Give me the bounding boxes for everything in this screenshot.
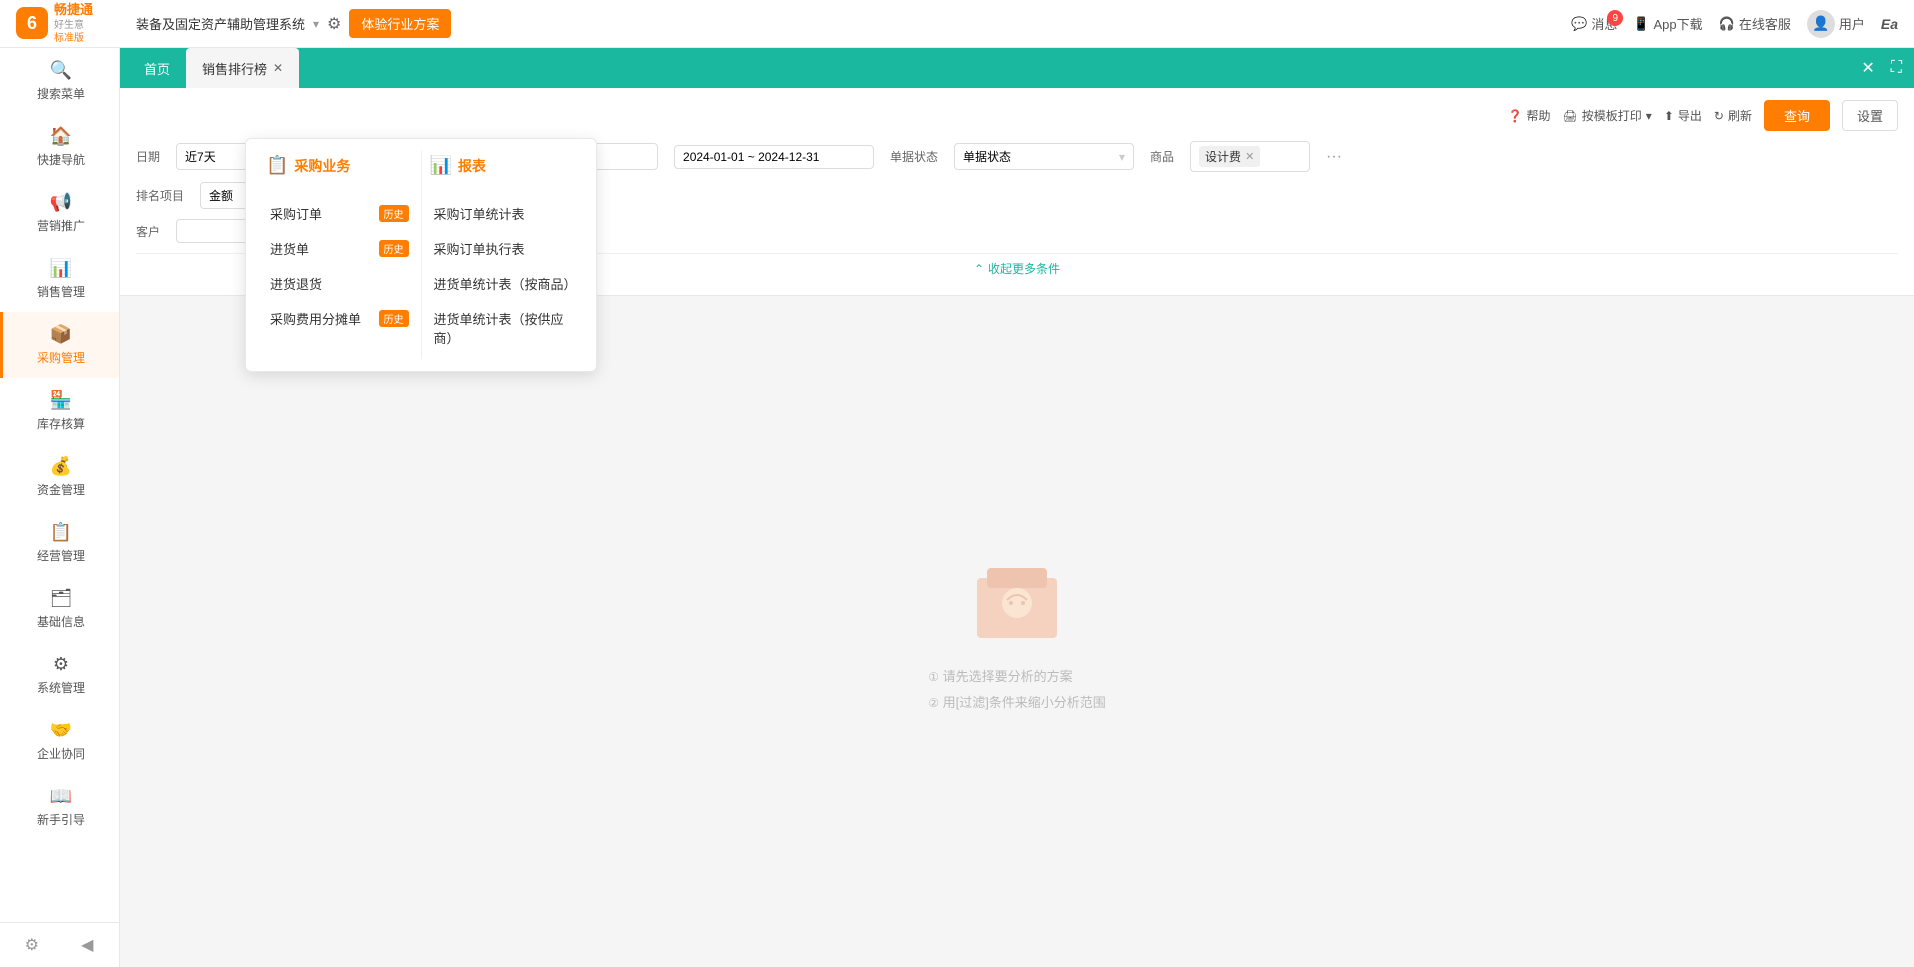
sidebar-item-label: 资金管理 — [37, 481, 85, 498]
settings-bottom-button[interactable]: ⚙ — [8, 931, 56, 959]
menu-item-purchase-order[interactable]: 采购订单 历史 — [266, 196, 413, 231]
inventory-icon: 🏪 — [50, 390, 72, 411]
purchase-dropdown-popup: 📋 采购业务 采购订单 历史 进货单 历史 进货退货 采购费用分摊单 历史 — [245, 138, 597, 372]
logo-icon: 6 — [16, 7, 48, 39]
logo-main: 畅捷通 — [54, 2, 93, 19]
report-section-icon: 📊 — [430, 155, 452, 176]
sales-icon: 📊 — [50, 258, 72, 279]
collapse-button[interactable]: ◀ — [64, 931, 112, 959]
industry-button[interactable]: 体验行业方案 — [349, 9, 451, 38]
history-badge: 历史 — [379, 205, 409, 222]
sidebar-item-cooperation[interactable]: 🤝 企业协同 — [0, 708, 119, 774]
menu-item-expense[interactable]: 采购费用分摊单 历史 — [266, 301, 413, 336]
headset-icon: 🎧 — [1719, 16, 1735, 32]
logo-text: 畅捷通 好生意 标准版 — [54, 2, 93, 45]
mobile-icon: 📱 — [1633, 16, 1649, 32]
app-download-button[interactable]: 📱 App下载 — [1633, 14, 1702, 33]
menu-item-order-stats[interactable]: 采购订单统计表 — [430, 196, 577, 231]
avatar: 👤 — [1807, 10, 1835, 38]
tab-home-label: 首页 — [144, 59, 170, 78]
sidebar-item-label: 营销推广 — [37, 217, 85, 234]
system-icon: ⚙ — [53, 654, 69, 675]
sidebar-item-label: 新手引导 — [37, 811, 85, 828]
guide-icon: 📖 — [50, 786, 72, 807]
sidebar-item-finance[interactable]: 💰 资金管理 — [0, 444, 119, 510]
header-right: 💬 消息 9 📱 App下载 🎧 在线客服 👤 用户 Ea — [1571, 10, 1898, 38]
tab-sales-rank[interactable]: 销售排行榜 ✕ — [186, 48, 299, 88]
sidebar-item-label: 采购管理 — [37, 349, 85, 366]
tab-bar-right: ✕ ⛶ — [1857, 54, 1906, 82]
sidebar-bottom: ⚙ ◀ — [0, 922, 119, 967]
sidebar-item-search[interactable]: 🔍 搜索菜单 — [0, 48, 119, 114]
tab-home[interactable]: 首页 — [128, 48, 186, 88]
menu-item-return[interactable]: 进货退货 — [266, 266, 413, 301]
history-badge: 历史 — [379, 240, 409, 257]
sidebar-item-label: 销售管理 — [37, 283, 85, 300]
logo-badge: 标准版 — [54, 32, 93, 45]
sidebar-item-label: 搜索菜单 — [37, 85, 85, 102]
sidebar-item-quick[interactable]: 🏠 快捷导航 — [0, 114, 119, 180]
report-section-title: 📊 报表 — [430, 155, 577, 184]
tab-close-icon[interactable]: ✕ — [273, 61, 283, 75]
system-dropdown-arrow[interactable]: ▾ — [313, 17, 319, 31]
cooperation-icon: 🤝 — [50, 720, 72, 741]
message-icon: 💬 — [1571, 16, 1587, 32]
home-icon: 🏠 — [50, 126, 72, 147]
user-label: 用户 — [1839, 14, 1865, 33]
system-title: 装备及固定资产辅助管理系统 — [136, 14, 305, 33]
sidebar-item-system[interactable]: ⚙ 系统管理 — [0, 642, 119, 708]
ea-label: Ea — [1881, 16, 1898, 32]
purchase-section-title: 📋 采购业务 — [266, 155, 413, 184]
purchase-section-icon: 📋 — [266, 155, 288, 176]
sidebar-item-label: 企业协同 — [37, 745, 85, 762]
purchase-business-section: 📋 采购业务 采购订单 历史 进货单 历史 进货退货 采购费用分摊单 历史 — [258, 151, 421, 359]
sidebar-item-operation[interactable]: 📋 经营管理 — [0, 510, 119, 576]
menu-item-order-exec[interactable]: 采购订单执行表 — [430, 231, 577, 266]
finance-icon: 💰 — [50, 456, 72, 477]
megaphone-icon: 📢 — [50, 192, 72, 213]
tab-close-all-icon[interactable]: ✕ — [1857, 54, 1878, 82]
menu-item-inbound-stats-goods[interactable]: 进货单统计表（按商品） — [430, 266, 577, 301]
sidebar: 🔍 搜索菜单 🏠 快捷导航 📢 营销推广 📊 销售管理 📦 采购管理 🏪 库存核… — [0, 48, 120, 967]
menu-item-inbound-stats-supplier[interactable]: 进货单统计表（按供应商） — [430, 301, 577, 355]
sidebar-item-purchase[interactable]: 📦 采购管理 — [0, 312, 119, 378]
sidebar-item-inventory[interactable]: 🏪 库存核算 — [0, 378, 119, 444]
top-header: 6 畅捷通 好生意 标准版 装备及固定资产辅助管理系统 ▾ ⚙ 体验行业方案 💬… — [0, 0, 1914, 48]
purchase-icon: 📦 — [50, 324, 72, 345]
tab-bar: 首页 销售排行榜 ✕ ✕ ⛶ — [120, 48, 1914, 88]
sidebar-item-label: 经营管理 — [37, 547, 85, 564]
tab-expand-icon[interactable]: ⛶ — [1887, 55, 1906, 81]
online-label: 在线客服 — [1739, 14, 1791, 33]
header-middle: 装备及固定资产辅助管理系统 ▾ ⚙ 体验行业方案 — [136, 9, 1571, 38]
basic-icon: 🗂 — [50, 588, 73, 609]
sidebar-item-marketing[interactable]: 📢 营销推广 — [0, 180, 119, 246]
history-badge: 历史 — [379, 310, 409, 327]
main-layout: 🔍 搜索菜单 🏠 快捷导航 📢 营销推广 📊 销售管理 📦 采购管理 🏪 库存核… — [0, 48, 1914, 967]
sidebar-item-label: 快捷导航 — [37, 151, 85, 168]
menu-item-inbound[interactable]: 进货单 历史 — [266, 231, 413, 266]
search-icon: 🔍 — [50, 60, 72, 81]
message-badge: 9 — [1607, 10, 1623, 26]
sidebar-item-label: 基础信息 — [37, 613, 85, 630]
logo-sub: 好生意 — [54, 19, 93, 32]
gear-icon[interactable]: ⚙ — [327, 14, 341, 34]
online-service-button[interactable]: 🎧 在线客服 — [1719, 14, 1791, 33]
message-button[interactable]: 💬 消息 9 — [1571, 14, 1617, 33]
user-menu[interactable]: 👤 用户 — [1807, 10, 1865, 38]
sidebar-item-label: 系统管理 — [37, 679, 85, 696]
sidebar-item-sales[interactable]: 📊 销售管理 — [0, 246, 119, 312]
report-section: 📊 报表 采购订单统计表 采购订单执行表 进货单统计表（按商品） 进货单统计表（… — [421, 151, 585, 359]
logo-area: 6 畅捷通 好生意 标准版 — [16, 2, 136, 45]
tab-sales-rank-label: 销售排行榜 — [202, 59, 267, 78]
app-label: App下载 — [1654, 14, 1703, 33]
operation-icon: 📋 — [50, 522, 72, 543]
sidebar-item-guide[interactable]: 📖 新手引导 — [0, 774, 119, 840]
sidebar-item-basic[interactable]: 🗂 基础信息 — [0, 576, 119, 642]
content-area: 首页 销售排行榜 ✕ ✕ ⛶ ❓ 帮助 🖨 按模板打印 ▾ — [120, 48, 1914, 967]
sidebar-item-label: 库存核算 — [37, 415, 85, 432]
